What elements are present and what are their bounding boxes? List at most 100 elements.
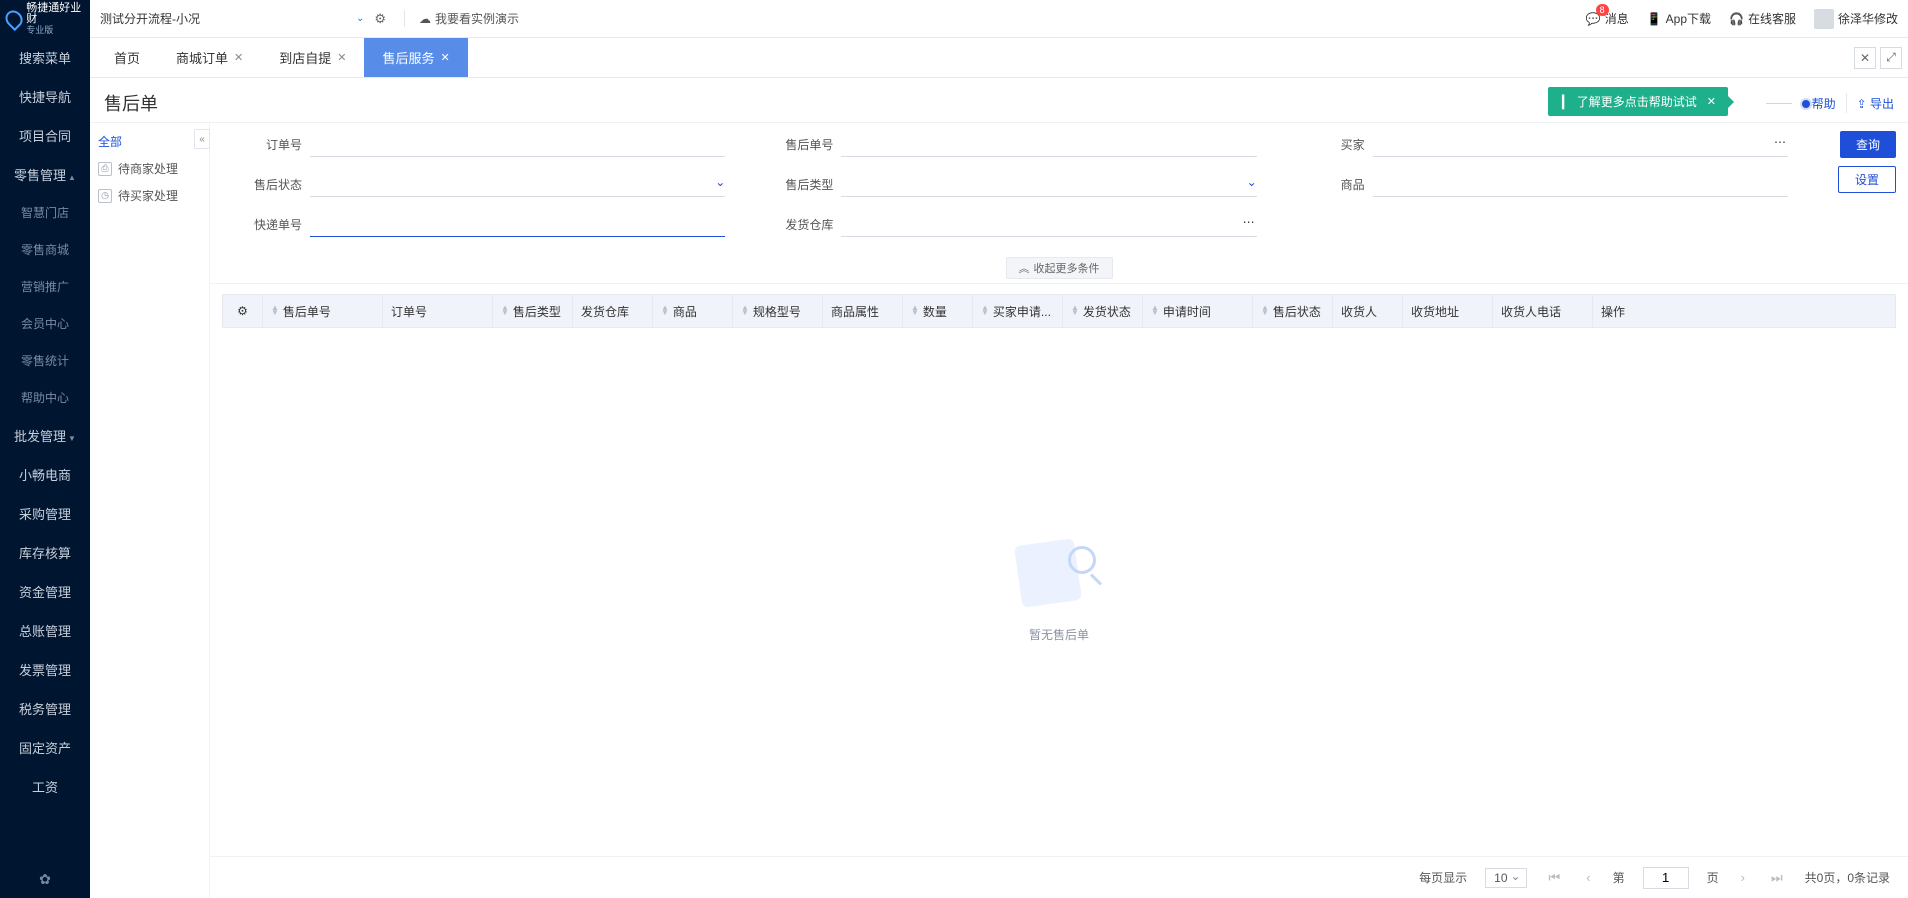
input-goods[interactable] <box>1373 171 1788 197</box>
input-ship-wh[interactable]: ⋯ <box>841 211 1256 237</box>
sidebar-item-retail[interactable]: 零售管理 <box>0 155 90 194</box>
sidebar-item-funds[interactable]: 资金管理 <box>0 572 90 611</box>
col-receiver[interactable]: 收货人 <box>1333 295 1403 327</box>
sidebar-item-mall[interactable]: 零售商城 <box>0 231 90 268</box>
org-selector[interactable]: 测试分开流程-小况 ⌄ <box>100 10 364 27</box>
col-spec[interactable]: ▲▼规格型号 <box>733 295 823 327</box>
sidebar-item-assets[interactable]: 固定资产 <box>0 728 90 767</box>
collapse-conditions-button[interactable]: ︽ 收起更多条件 <box>1006 257 1113 279</box>
col-after-status[interactable]: ▲▼售后状态 <box>1253 295 1333 327</box>
col-addr[interactable]: 收货地址 <box>1403 295 1493 327</box>
demo-link[interactable]: ☁ 我要看实例演示 <box>404 10 519 27</box>
panel-collapse-icon[interactable]: « <box>194 129 210 149</box>
sidebar-item-salary[interactable]: 工资 <box>0 767 90 806</box>
sidebar-item-member[interactable]: 会员中心 <box>0 305 90 342</box>
search-form: 订单号 售后单号 买家⋯ 查询 设置 售后状态⌄ 售后类型⌄ 商品 快递单号 发… <box>210 123 1908 284</box>
filter-buyer-pending[interactable]: ◷ 待买家处理 <box>98 187 201 204</box>
label-express-no: 快递单号 <box>222 216 302 233</box>
gear-icon: ⚙ <box>237 304 248 318</box>
filter-seller-pending[interactable]: ⎙ 待商家处理 <box>98 160 201 177</box>
sidebar-item-retail-stats[interactable]: 零售统计 <box>0 342 90 379</box>
tab-home[interactable]: 首页 <box>96 38 158 77</box>
first-page-button[interactable]: ⏮ <box>1545 870 1565 886</box>
chevron-down-icon: ⌄ <box>715 175 725 189</box>
sidebar-settings-icon[interactable]: ✿ <box>0 861 90 898</box>
col-ship-wh[interactable]: 发货仓库 <box>573 295 653 327</box>
tab-after-sales[interactable]: 售后服务✕ <box>364 38 467 77</box>
sidebar-item-ledger[interactable]: 总账管理 <box>0 611 90 650</box>
page-input[interactable] <box>1643 867 1689 889</box>
label-ship-wh: 发货仓库 <box>753 216 833 233</box>
empty-text: 暂无售后单 <box>1029 626 1089 643</box>
sidebar-item-purchase[interactable]: 采购管理 <box>0 494 90 533</box>
per-page-select[interactable]: 10 <box>1485 868 1526 888</box>
pagination: 每页显示 10 ⏮ ‹ 第 页 › ⏭ 共0页，0条记录 <box>210 856 1908 898</box>
col-goods-attr[interactable]: 商品属性 <box>823 295 903 327</box>
tab-store-pickup[interactable]: 到店自提✕ <box>261 38 364 77</box>
close-icon[interactable]: ✕ <box>234 51 243 64</box>
sidebar-item-help-center[interactable]: 帮助中心 <box>0 379 90 416</box>
last-page-button[interactable]: ⏭ <box>1767 870 1787 886</box>
total-records: 共0页，0条记录 <box>1805 869 1890 886</box>
headset-icon: 🎧 <box>1729 12 1744 26</box>
support-label: 在线客服 <box>1748 10 1796 27</box>
label-buyer: 买家 <box>1285 136 1365 153</box>
input-order-no[interactable] <box>310 131 725 157</box>
help-button[interactable]: 帮助 <box>1802 95 1836 112</box>
per-page-label: 每页显示 <box>1419 869 1467 886</box>
lookup-icon[interactable]: ⋯ <box>1243 215 1257 229</box>
col-goods[interactable]: ▲▼商品 <box>653 295 733 327</box>
close-icon[interactable]: ✕ <box>337 51 346 64</box>
page-title: 售后单 <box>104 90 158 116</box>
input-express-no[interactable] <box>310 211 725 237</box>
label-order-no: 订单号 <box>222 136 302 153</box>
empty-state: 暂无售后单 <box>222 328 1896 846</box>
tabs-close-button[interactable]: ✕ <box>1854 47 1876 69</box>
lookup-icon[interactable]: ⋯ <box>1774 135 1788 149</box>
chevron-down-icon: ⌄ <box>356 13 364 24</box>
sidebar-item-marketing[interactable]: 营销推广 <box>0 268 90 305</box>
col-after-no[interactable]: ▲▼售后单号 <box>263 295 383 327</box>
callout-close-icon[interactable]: ✕ <box>1707 95 1716 108</box>
tabs-expand-button[interactable]: ⤢ <box>1880 47 1902 69</box>
sidebar-item-search[interactable]: 搜索菜单 <box>0 38 90 77</box>
col-buyer-apply[interactable]: ▲▼买家申请... <box>973 295 1063 327</box>
col-after-type[interactable]: ▲▼售后类型 <box>493 295 573 327</box>
select-after-type[interactable]: ⌄ <box>841 171 1256 197</box>
message-icon: 💬 <box>1586 12 1601 26</box>
user-menu[interactable]: 徐泽华修改 <box>1814 9 1898 29</box>
avatar-icon <box>1814 9 1834 29</box>
messages-button[interactable]: 💬 消息 <box>1586 10 1629 27</box>
topbar: 测试分开流程-小况 ⌄ ⚙ ☁ 我要看实例演示 💬 消息 📱 App下载 🎧 <box>90 0 1908 38</box>
tab-mall-orders[interactable]: 商城订单✕ <box>158 38 261 77</box>
sidebar-item-store[interactable]: 智慧门店 <box>0 194 90 231</box>
close-icon[interactable]: ✕ <box>441 51 450 64</box>
col-qty[interactable]: ▲▼数量 <box>903 295 973 327</box>
filter-all[interactable]: 全部 <box>98 133 201 150</box>
settings-button[interactable]: 设置 <box>1838 166 1896 193</box>
sidebar-item-ecommerce[interactable]: 小畅电商 <box>0 455 90 494</box>
gear-icon[interactable]: ⚙ <box>374 11 386 27</box>
sidebar-item-tax[interactable]: 税务管理 <box>0 689 90 728</box>
col-apply-time[interactable]: ▲▼申请时间 <box>1143 295 1253 327</box>
app-download-button[interactable]: 📱 App下载 <box>1647 10 1711 27</box>
query-button[interactable]: 查询 <box>1840 131 1896 158</box>
col-order-no[interactable]: 订单号 <box>383 295 493 327</box>
prev-page-button[interactable]: ‹ <box>1582 870 1594 885</box>
sidebar-item-wholesale[interactable]: 批发管理 <box>0 416 90 455</box>
select-after-status[interactable]: ⌄ <box>310 171 725 197</box>
sidebar-item-inventory[interactable]: 库存核算 <box>0 533 90 572</box>
column-settings-button[interactable]: ⚙ <box>223 295 263 327</box>
chevron-down-icon: ⌄ <box>1247 175 1257 189</box>
empty-illustration-icon <box>1014 532 1104 612</box>
col-ship-status[interactable]: ▲▼发货状态 <box>1063 295 1143 327</box>
next-page-button[interactable]: › <box>1737 870 1749 885</box>
sidebar-item-invoice[interactable]: 发票管理 <box>0 650 90 689</box>
sidebar-item-quicknav[interactable]: 快捷导航 <box>0 77 90 116</box>
col-phone[interactable]: 收货人电话 <box>1493 295 1593 327</box>
input-buyer[interactable]: ⋯ <box>1373 131 1788 157</box>
sidebar-item-project[interactable]: 项目合同 <box>0 116 90 155</box>
export-button[interactable]: ⇪ 导出 <box>1857 95 1894 112</box>
input-after-no[interactable] <box>841 131 1256 157</box>
support-button[interactable]: 🎧 在线客服 <box>1729 10 1796 27</box>
